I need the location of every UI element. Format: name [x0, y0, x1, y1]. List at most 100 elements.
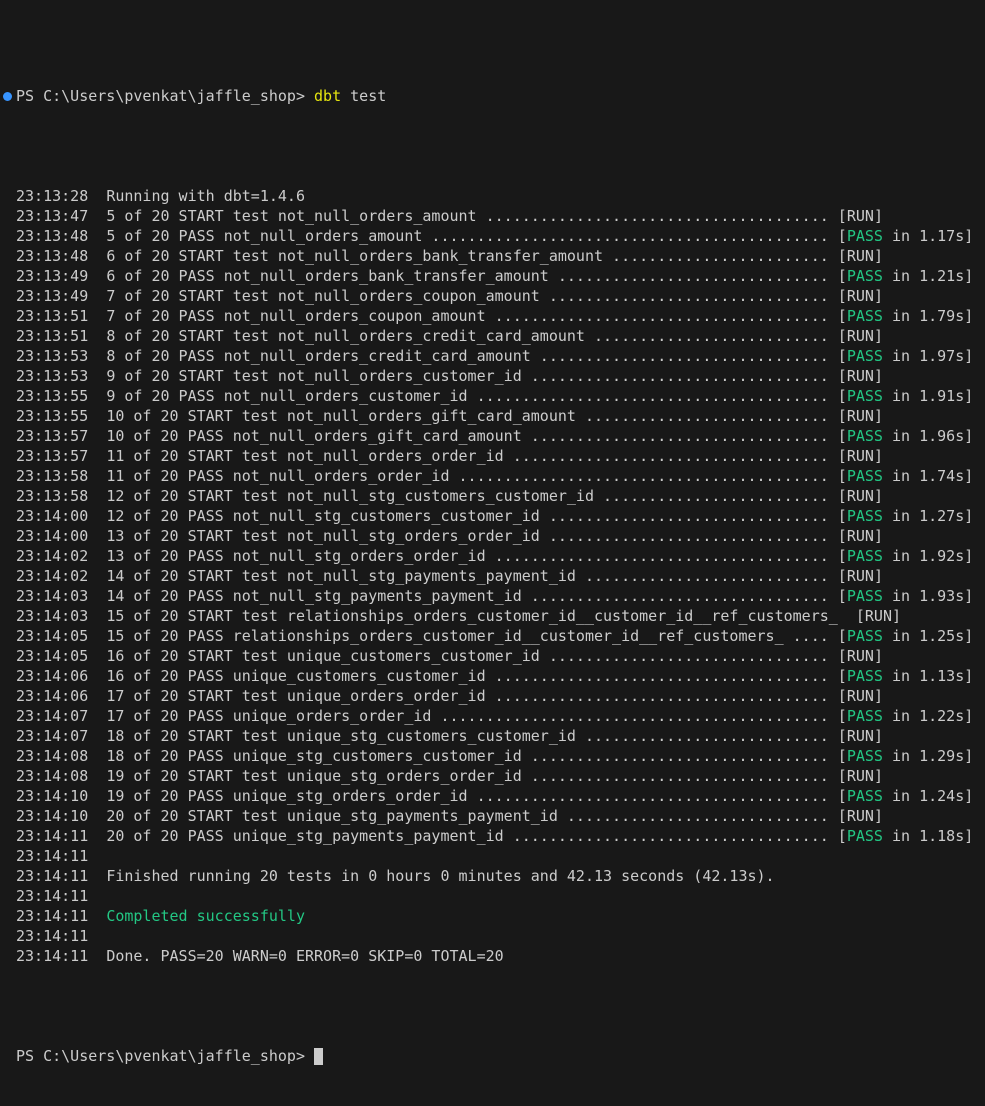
timestamp: 23:13:48 — [16, 247, 107, 265]
command-argument: test — [350, 87, 387, 105]
test-line-text: 10 of 20 START test not_null_orders_gift… — [106, 407, 847, 425]
timestamp: 23:13:28 — [16, 187, 107, 205]
status-badge: RUN — [846, 487, 874, 505]
terminal[interactable]: PS C:\Users\pvenkat\jaffle_shop> dbt tes… — [0, 0, 985, 1065]
terminal-line: 23:14:02 14 of 20 START test not_null_st… — [16, 566, 985, 586]
test-line-text: 17 of 20 START test unique_orders_order_… — [106, 687, 847, 705]
status-badge: RUN — [846, 247, 874, 265]
test-duration: in 1.27s] — [882, 507, 974, 525]
timestamp: 23:13:53 — [16, 347, 107, 365]
terminal-line: 23:13:49 6 of 20 PASS not_null_orders_ba… — [16, 266, 985, 286]
timestamp: 23:14:11 — [16, 927, 107, 945]
prompt-path: PS C:\Users\pvenkat\jaffle_shop> — [16, 1047, 305, 1065]
timestamp: 23:14:05 — [16, 647, 107, 665]
terminal-line: 23:13:51 7 of 20 PASS not_null_orders_co… — [16, 306, 985, 326]
test-duration: ] — [873, 327, 883, 345]
terminal-line: 23:14:06 16 of 20 PASS unique_customers_… — [16, 666, 985, 686]
test-duration: ] — [873, 487, 883, 505]
terminal-line: 23:14:07 17 of 20 PASS unique_orders_ord… — [16, 706, 985, 726]
terminal-line: 23:13:55 10 of 20 START test not_null_or… — [16, 406, 985, 426]
log-text: Running with dbt=1.4.6 — [106, 187, 305, 205]
status-badge: RUN — [846, 287, 874, 305]
timestamp: 23:13:51 — [16, 327, 107, 345]
status-badge: RUN — [846, 367, 874, 385]
timestamp: 23:13:57 — [16, 427, 107, 445]
test-line-text: 18 of 20 START test unique_stg_customers… — [106, 727, 847, 745]
test-duration: ] — [873, 647, 883, 665]
timestamp: 23:13:55 — [16, 407, 107, 425]
test-line-text: 7 of 20 PASS not_null_orders_coupon_amou… — [106, 307, 847, 325]
terminal-output: 23:13:28 Running with dbt=1.4.6 23:13:47 … — [16, 186, 985, 966]
test-duration: ] — [873, 767, 883, 785]
terminal-line: 23:13:48 5 of 20 PASS not_null_orders_am… — [16, 226, 985, 246]
terminal-line: 23:14:00 12 of 20 PASS not_null_stg_cust… — [16, 506, 985, 526]
test-duration: ] — [873, 727, 883, 745]
test-duration: ] — [873, 367, 883, 385]
status-badge: RUN — [846, 767, 874, 785]
timestamp: 23:13:55 — [16, 387, 107, 405]
terminal-line: 23:14:05 15 of 20 PASS relationships_ord… — [16, 626, 985, 646]
status-badge: PASS — [846, 467, 883, 485]
timestamp: 23:13:49 — [16, 267, 107, 285]
timestamp: 23:14:10 — [16, 787, 107, 805]
status-badge: PASS — [846, 747, 883, 765]
status-badge: PASS — [846, 507, 883, 525]
timestamp: 23:14:11 — [16, 907, 107, 925]
log-text: Finished running 20 tests in 0 hours 0 m… — [106, 867, 775, 885]
status-badge: RUN — [846, 687, 874, 705]
test-line-text: 14 of 20 PASS not_null_stg_payments_paym… — [106, 587, 847, 605]
terminal-line: 23:14:03 15 of 20 START test relationshi… — [16, 606, 985, 626]
status-badge: PASS — [846, 827, 883, 845]
status-badge: PASS — [846, 387, 883, 405]
test-duration: in 1.29s] — [882, 747, 974, 765]
timestamp: 23:14:10 — [16, 807, 107, 825]
test-duration: ] — [873, 687, 883, 705]
timestamp: 23:14:05 — [16, 627, 107, 645]
test-line-text: 19 of 20 PASS unique_stg_orders_order_id… — [106, 787, 847, 805]
timestamp: 23:14:11 — [16, 867, 107, 885]
status-badge: RUN — [846, 527, 874, 545]
test-duration: ] — [873, 287, 883, 305]
test-line-text: 13 of 20 START test not_null_stg_orders_… — [106, 527, 847, 545]
terminal-line: 23:14:10 19 of 20 PASS unique_stg_orders… — [16, 786, 985, 806]
terminal-line: 23:13:51 8 of 20 START test not_null_ord… — [16, 326, 985, 346]
test-line-text: 18 of 20 PASS unique_stg_customers_custo… — [106, 747, 847, 765]
terminal-line: 23:13:55 9 of 20 PASS not_null_orders_cu… — [16, 386, 985, 406]
status-badge: PASS — [846, 547, 883, 565]
terminal-line: 23:13:57 11 of 20 START test not_null_or… — [16, 446, 985, 466]
status-badge: PASS — [846, 627, 883, 645]
command-text: dbt — [314, 87, 342, 105]
terminal-line: 23:14:07 18 of 20 START test unique_stg_… — [16, 726, 985, 746]
timestamp: 23:14:11 — [16, 947, 107, 965]
test-line-text: 9 of 20 PASS not_null_orders_customer_id… — [106, 387, 847, 405]
status-badge: PASS — [846, 267, 883, 285]
timestamp: 23:14:07 — [16, 727, 107, 745]
test-duration: in 1.96s] — [882, 427, 974, 445]
timestamp: 23:13:57 — [16, 447, 107, 465]
terminal-line: 23:14:08 19 of 20 START test unique_stg_… — [16, 766, 985, 786]
timestamp: 23:14:02 — [16, 567, 107, 585]
timestamp: 23:13:49 — [16, 287, 107, 305]
terminal-line: 23:13:53 8 of 20 PASS not_null_orders_cr… — [16, 346, 985, 366]
terminal-line: 23:13:57 10 of 20 PASS not_null_orders_g… — [16, 426, 985, 446]
terminal-line: 23:13:53 9 of 20 START test not_null_ord… — [16, 366, 985, 386]
terminal-line: 23:13:28 Running with dbt=1.4.6 — [16, 186, 985, 206]
timestamp: 23:13:47 — [16, 207, 107, 225]
status-badge: RUN — [846, 727, 874, 745]
test-duration: in 1.24s] — [882, 787, 974, 805]
test-line-text: 8 of 20 START test not_null_orders_credi… — [106, 327, 847, 345]
status-badge: PASS — [846, 667, 883, 685]
prompt-line-current[interactable]: PS C:\Users\pvenkat\jaffle_shop> — [16, 1046, 985, 1066]
terminal-line: 23:14:11 Completed successfully — [16, 906, 985, 926]
test-line-text: 15 of 20 PASS relationships_orders_custo… — [106, 627, 847, 645]
terminal-line: 23:13:49 7 of 20 START test not_null_ord… — [16, 286, 985, 306]
timestamp: 23:14:03 — [16, 587, 107, 605]
test-line-text: 16 of 20 START test unique_customers_cus… — [106, 647, 847, 665]
test-line-text: 6 of 20 START test not_null_orders_bank_… — [106, 247, 847, 265]
timestamp: 23:14:08 — [16, 747, 107, 765]
command-success-decoration-icon — [3, 92, 12, 101]
timestamp: 23:14:11 — [16, 887, 107, 905]
terminal-line: 23:14:03 14 of 20 PASS not_null_stg_paym… — [16, 586, 985, 606]
timestamp: 23:13:58 — [16, 487, 107, 505]
test-line-text: 20 of 20 START test unique_stg_payments_… — [106, 807, 847, 825]
